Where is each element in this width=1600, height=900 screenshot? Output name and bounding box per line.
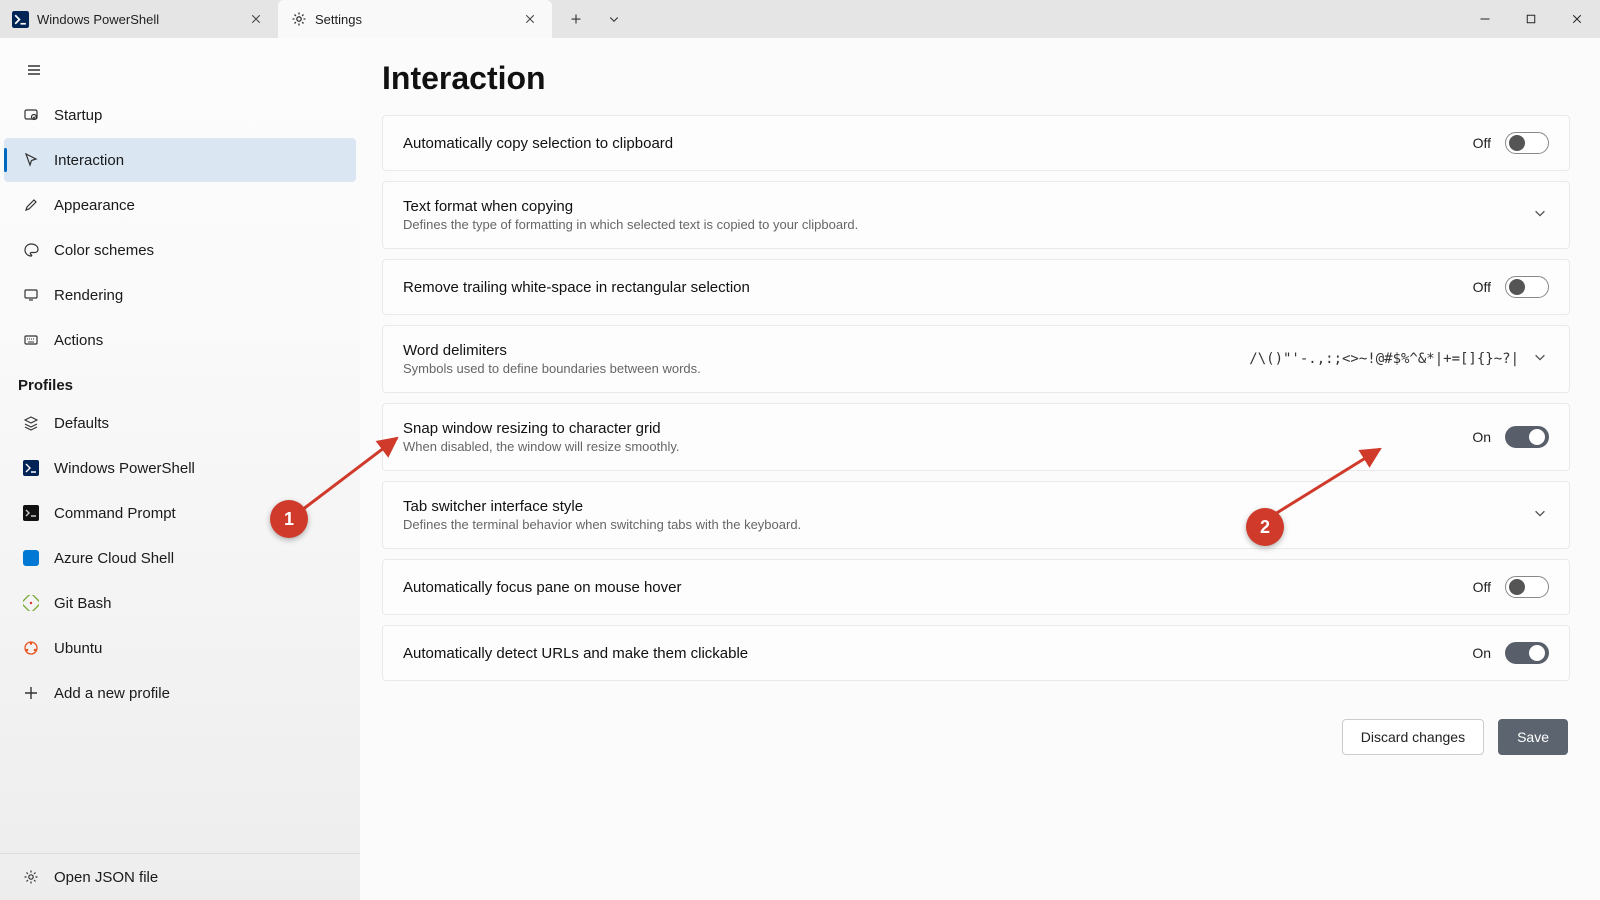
sidebar-item-label: Color schemes — [54, 242, 154, 259]
toggle-state: On — [1472, 645, 1491, 661]
sidebar-item-label: Rendering — [54, 287, 123, 304]
plus-icon — [22, 684, 40, 702]
sidebar-item-startup[interactable]: Startup — [4, 93, 356, 137]
setting-text-format[interactable]: Text format when copying Defines the typ… — [382, 181, 1570, 249]
sidebar-item-label: Actions — [54, 332, 103, 349]
new-tab-button[interactable] — [558, 4, 594, 34]
setting-title: Automatically copy selection to clipboar… — [403, 135, 1457, 152]
toggle-snap-resize[interactable] — [1505, 426, 1549, 448]
sidebar-item-label: Interaction — [54, 152, 124, 169]
sidebar-item-label: Appearance — [54, 197, 135, 214]
window-close-button[interactable] — [1554, 0, 1600, 38]
sidebar-item-label: Command Prompt — [54, 505, 176, 522]
sidebar-item-label: Defaults — [54, 415, 109, 432]
minimize-button[interactable] — [1462, 0, 1508, 38]
setting-desc: Defines the type of formatting in which … — [403, 217, 1517, 232]
powershell-icon — [22, 459, 40, 477]
sidebar-item-rendering[interactable]: Rendering — [4, 273, 356, 317]
sidebar-item-label: Startup — [54, 107, 102, 124]
settings-content: Interaction Automatically copy selection… — [360, 38, 1600, 900]
setting-title: Snap window resizing to character grid — [403, 420, 1456, 437]
close-icon[interactable] — [520, 9, 540, 29]
sidebar-open-json[interactable]: Open JSON file — [4, 855, 356, 899]
sidebar-item-interaction[interactable]: Interaction — [4, 138, 356, 182]
sidebar-item-label: Git Bash — [54, 595, 112, 612]
sidebar-item-appearance[interactable]: Appearance — [4, 183, 356, 227]
setting-desc: When disabled, the window will resize sm… — [403, 439, 1456, 454]
close-icon[interactable] — [246, 9, 266, 29]
setting-title: Word delimiters — [403, 342, 1233, 359]
setting-snap-resize[interactable]: Snap window resizing to character grid W… — [382, 403, 1570, 471]
sidebar-item-color-schemes[interactable]: Color schemes — [4, 228, 356, 272]
save-button[interactable]: Save — [1498, 719, 1568, 755]
sidebar-profile-powershell[interactable]: Windows PowerShell — [4, 446, 356, 490]
cmd-icon — [22, 504, 40, 522]
discard-button[interactable]: Discard changes — [1342, 719, 1484, 755]
toggle-focus-hover[interactable] — [1505, 576, 1549, 598]
setting-detect-urls[interactable]: Automatically detect URLs and make them … — [382, 625, 1570, 681]
sidebar: Startup Interaction Appearance Color sch… — [0, 38, 360, 900]
startup-icon — [22, 106, 40, 124]
chevron-down-icon — [1533, 350, 1549, 369]
tab-label: Settings — [315, 12, 362, 27]
setting-title: Automatically detect URLs and make them … — [403, 645, 1456, 662]
maximize-button[interactable] — [1508, 0, 1554, 38]
powershell-icon — [12, 11, 29, 28]
setting-word-delimiters[interactable]: Word delimiters Symbols used to define b… — [382, 325, 1570, 393]
toggle-state: Off — [1473, 135, 1491, 151]
setting-title: Remove trailing white-space in rectangul… — [403, 279, 1457, 296]
ubuntu-icon — [22, 639, 40, 657]
chevron-down-icon — [1533, 206, 1549, 225]
setting-title: Text format when copying — [403, 198, 1517, 215]
brush-icon — [22, 196, 40, 214]
sidebar-item-label: Azure Cloud Shell — [54, 550, 174, 567]
gear-icon — [290, 11, 307, 28]
sidebar-item-actions[interactable]: Actions — [4, 318, 356, 362]
azure-icon — [22, 549, 40, 567]
sidebar-profile-gitbash[interactable]: Git Bash — [4, 581, 356, 625]
profiles-header: Profiles — [0, 363, 360, 400]
setting-tab-switcher[interactable]: Tab switcher interface style Defines the… — [382, 481, 1570, 549]
cursor-icon — [22, 151, 40, 169]
toggle-state: Off — [1473, 279, 1491, 295]
app-root: Windows PowerShell Settings — [0, 0, 1600, 900]
sidebar-item-label: Add a new profile — [54, 685, 170, 702]
tab-dropdown-button[interactable] — [596, 4, 632, 34]
sidebar-item-label: Windows PowerShell — [54, 460, 195, 477]
sidebar-profile-azure[interactable]: Azure Cloud Shell — [4, 536, 356, 580]
setting-focus-hover[interactable]: Automatically focus pane on mouse hover … — [382, 559, 1570, 615]
chevron-down-icon — [1533, 506, 1549, 525]
toggle-state: Off — [1473, 579, 1491, 595]
layers-icon — [22, 414, 40, 432]
setting-value: /\()"'-.,:;<>~!@#$%^&*|+=[]{}~?| — [1249, 351, 1519, 367]
toggle-copy-selection[interactable] — [1505, 132, 1549, 154]
page-title: Interaction — [382, 60, 1570, 97]
tab-powershell[interactable]: Windows PowerShell — [0, 0, 278, 38]
toggle-detect-urls[interactable] — [1505, 642, 1549, 664]
hamburger-button[interactable] — [18, 54, 50, 86]
setting-trim-whitespace[interactable]: Remove trailing white-space in rectangul… — [382, 259, 1570, 315]
keyboard-icon — [22, 331, 40, 349]
gear-icon — [22, 868, 40, 886]
gitbash-icon — [22, 594, 40, 612]
tab-settings[interactable]: Settings — [278, 0, 552, 38]
title-bar: Windows PowerShell Settings — [0, 0, 1600, 38]
sidebar-profile-defaults[interactable]: Defaults — [4, 401, 356, 445]
sidebar-item-label: Ubuntu — [54, 640, 102, 657]
setting-title: Automatically focus pane on mouse hover — [403, 579, 1457, 596]
setting-title: Tab switcher interface style — [403, 498, 1517, 515]
sidebar-item-label: Open JSON file — [54, 869, 158, 886]
setting-desc: Symbols used to define boundaries betwee… — [403, 361, 1233, 376]
sidebar-add-profile[interactable]: Add a new profile — [4, 671, 356, 715]
toggle-state: On — [1472, 429, 1491, 445]
annotation-marker-1: 1 — [270, 500, 308, 538]
sidebar-profile-ubuntu[interactable]: Ubuntu — [4, 626, 356, 670]
setting-desc: Defines the terminal behavior when switc… — [403, 517, 1517, 532]
toggle-trim-whitespace[interactable] — [1505, 276, 1549, 298]
monitor-icon — [22, 286, 40, 304]
setting-copy-selection[interactable]: Automatically copy selection to clipboar… — [382, 115, 1570, 171]
annotation-marker-2: 2 — [1246, 508, 1284, 546]
tab-label: Windows PowerShell — [37, 12, 159, 27]
palette-icon — [22, 241, 40, 259]
